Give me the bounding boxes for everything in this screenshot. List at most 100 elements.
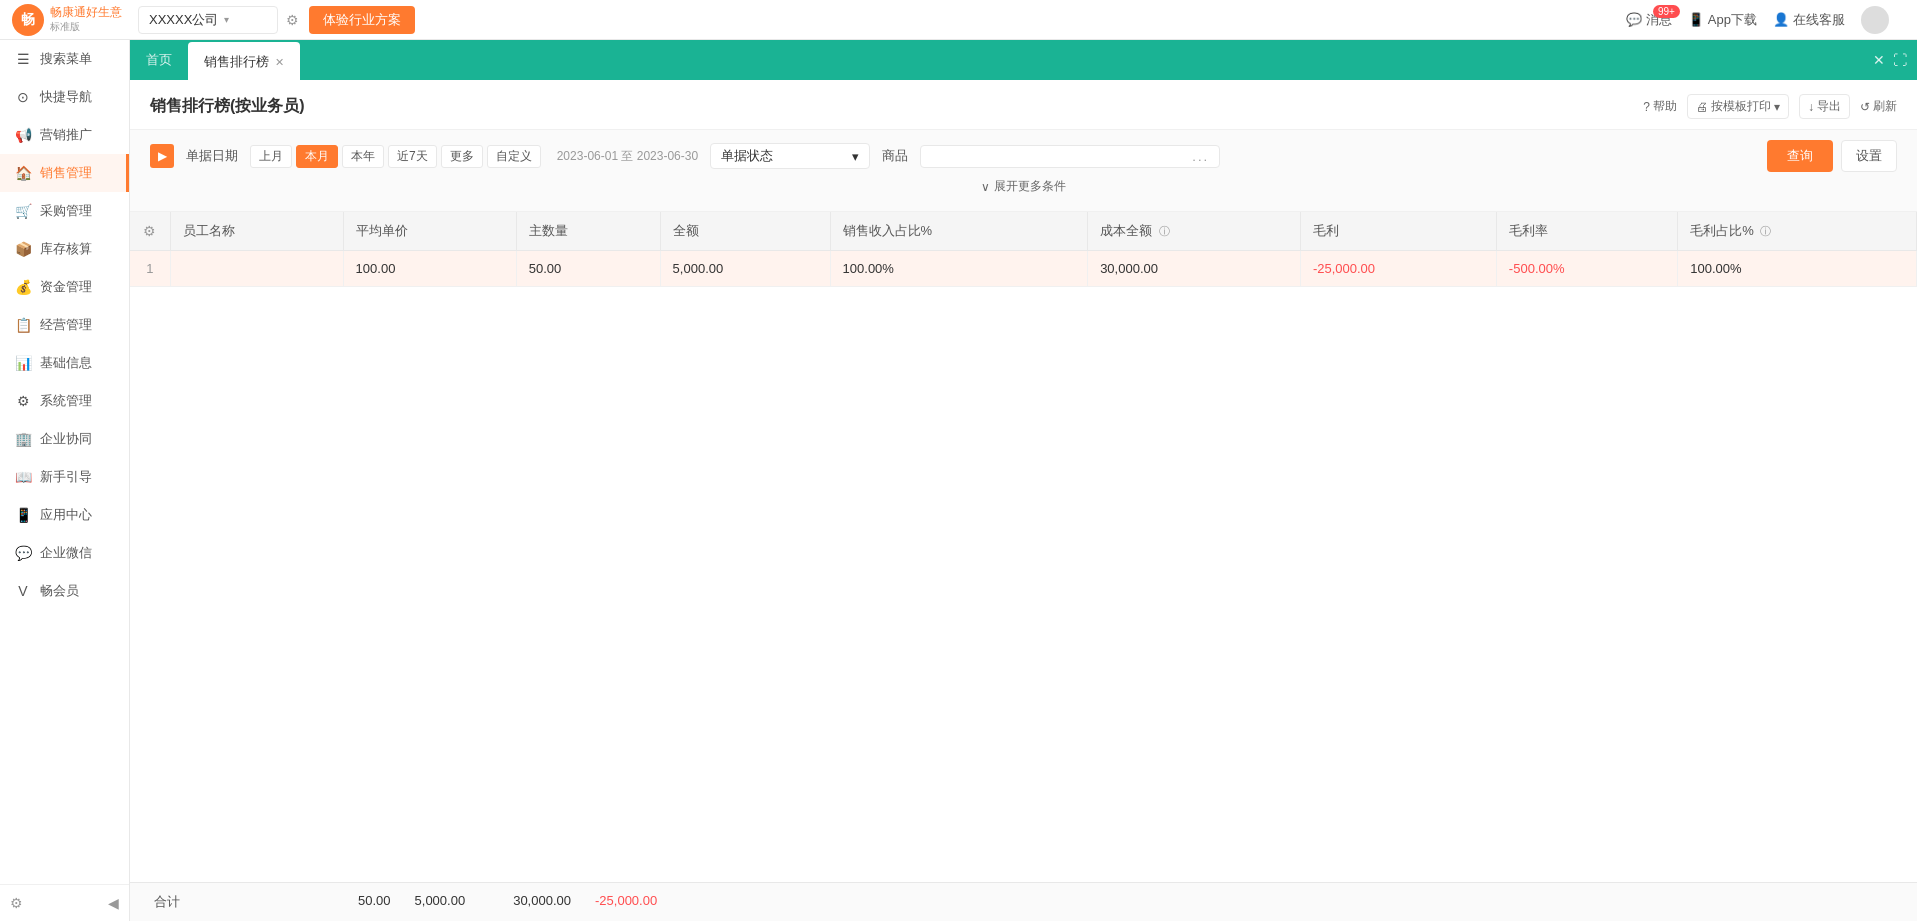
- expand-more-btn[interactable]: ∨ 展开更多条件: [150, 172, 1897, 201]
- date-btn-7-days[interactable]: 近7天: [388, 145, 437, 168]
- goods-input[interactable]: ...: [920, 145, 1220, 168]
- table-footer: 合计 50.00 5,000.00 30,000.00 -25,000.00: [130, 882, 1917, 921]
- sidebar-label-wechat: 企业微信: [40, 544, 92, 562]
- filter-right-buttons: 查询 设置: [1767, 140, 1897, 172]
- data-table: ⚙ 员工名称 平均单价 主数量: [130, 212, 1917, 287]
- service-label: 在线客服: [1793, 11, 1845, 29]
- help-button[interactable]: ? 帮助: [1643, 98, 1677, 115]
- tab-close-all-icon[interactable]: ✕: [1873, 52, 1885, 68]
- message-btn[interactable]: 💬 消息 99+: [1626, 11, 1672, 29]
- query-button[interactable]: 查询: [1767, 140, 1833, 172]
- purchase-icon: 🛒: [14, 203, 32, 219]
- avatar[interactable]: [1861, 6, 1889, 34]
- message-badge: 99+: [1653, 5, 1680, 18]
- inventory-icon: 📦: [14, 241, 32, 257]
- tab-close-icon[interactable]: ✕: [275, 56, 284, 69]
- logo-text: 畅康通好生意: [50, 5, 122, 21]
- sidebar-item-system[interactable]: ⚙ 系统管理: [0, 382, 129, 420]
- page-header: 销售排行榜(按业务员) ? 帮助 🖨 按模板打印 ▾ ↓: [130, 80, 1917, 130]
- status-chevron-icon: ▾: [852, 149, 859, 164]
- sidebar-label-search: 搜索菜单: [40, 50, 92, 68]
- date-btn-custom[interactable]: 自定义: [487, 145, 541, 168]
- sidebar-label-inventory: 库存核算: [40, 240, 92, 258]
- sidebar-item-operations[interactable]: 📋 经营管理: [0, 306, 129, 344]
- gross-pct-info-icon[interactable]: ⓘ: [1760, 225, 1771, 237]
- logo-icon: 畅: [12, 4, 44, 36]
- table-row: 1 100.00 50.00 5,000.00 100.00% 30,000.0…: [130, 251, 1917, 287]
- cell-main-qty: 50.00: [516, 251, 660, 287]
- logo-text-area: 畅康通好生意 标准版: [50, 5, 122, 35]
- home-icon: ⊙: [14, 89, 32, 105]
- date-btn-more[interactable]: 更多: [441, 145, 483, 168]
- sidebar-item-app-center[interactable]: 📱 应用中心: [0, 496, 129, 534]
- app-center-icon: 📱: [14, 507, 32, 523]
- print-icon: 🖨: [1696, 100, 1708, 114]
- gear-icon[interactable]: ⚙: [286, 12, 299, 28]
- sidebar-label-sales: 销售管理: [40, 164, 92, 182]
- sidebar-item-marketing[interactable]: 📢 营销推广: [0, 116, 129, 154]
- tab-sales-rank-label: 销售排行榜: [204, 53, 269, 71]
- sidebar-label-purchase: 采购管理: [40, 202, 92, 220]
- enterprise-icon: 🏢: [14, 431, 32, 447]
- sidebar-item-member[interactable]: V 畅会员: [0, 572, 129, 610]
- date-range: 2023-06-01 至 2023-06-30: [557, 148, 698, 165]
- refresh-button[interactable]: ↺ 刷新: [1860, 98, 1897, 115]
- sidebar-item-guide[interactable]: 📖 新手引导: [0, 458, 129, 496]
- sales-icon: 🏠: [14, 165, 32, 181]
- template-print-button[interactable]: 🖨 按模板打印 ▾: [1687, 94, 1789, 119]
- tab-home-label: 首页: [146, 51, 172, 69]
- sidebar-label-operations: 经营管理: [40, 316, 92, 334]
- trial-button[interactable]: 体验行业方案: [309, 6, 415, 34]
- message-icon: 💬: [1626, 12, 1642, 27]
- tab-expand-icon[interactable]: ⛶: [1893, 52, 1907, 68]
- refresh-icon: ↺: [1860, 100, 1870, 114]
- goods-more-icon[interactable]: ...: [1192, 149, 1209, 164]
- sidebar-label-basic-info: 基础信息: [40, 354, 92, 372]
- sidebar-label-guide: 新手引导: [40, 468, 92, 486]
- settings-bottom-icon[interactable]: ⚙: [10, 895, 23, 911]
- date-btn-last-month[interactable]: 上月: [250, 145, 292, 168]
- filter-bar: ▶ 单据日期 上月 本月 本年 近7天 更多 自定义 2023-06-01 至 …: [130, 130, 1917, 212]
- sidebar-label-system: 系统管理: [40, 392, 92, 410]
- app-label: App下载: [1708, 11, 1757, 29]
- sidebar-label-finance: 资金管理: [40, 278, 92, 296]
- date-btn-this-month[interactable]: 本月: [296, 145, 338, 168]
- company-selector[interactable]: XXXXX公司 ▾: [138, 6, 278, 34]
- footer-avg-price: [322, 893, 346, 911]
- status-select[interactable]: 单据状态 ▾: [710, 143, 870, 169]
- sidebar-label-marketing: 营销推广: [40, 126, 92, 144]
- footer-amount: 5,000.00: [403, 893, 478, 911]
- cost-info-icon[interactable]: ⓘ: [1159, 225, 1170, 237]
- sidebar-item-sales[interactable]: 🏠 销售管理: [0, 154, 129, 192]
- date-btn-this-year[interactable]: 本年: [342, 145, 384, 168]
- sidebar-item-purchase[interactable]: 🛒 采购管理: [0, 192, 129, 230]
- sidebar-item-quick-nav[interactable]: ⊙ 快捷导航: [0, 78, 129, 116]
- online-service-btn[interactable]: 👤 在线客服: [1773, 11, 1845, 29]
- sidebar-item-inventory[interactable]: 📦 库存核算: [0, 230, 129, 268]
- filter-toggle-btn[interactable]: ▶: [150, 144, 174, 168]
- table-header-row: ⚙ 员工名称 平均单价 主数量: [130, 212, 1917, 251]
- collapse-icon[interactable]: ◀: [108, 895, 119, 911]
- export-button[interactable]: ↓ 导出: [1799, 94, 1850, 119]
- col-amount: 全额: [660, 212, 830, 251]
- settings-button[interactable]: 设置: [1841, 140, 1897, 172]
- sidebar-item-wechat[interactable]: 💬 企业微信: [0, 534, 129, 572]
- app-download-btn[interactable]: 📱 App下载: [1688, 11, 1757, 29]
- sidebar: ☰ 搜索菜单 ⊙ 快捷导航 📢 营销推广 🏠 销售管理 🛒 采购管理 📦 库: [0, 40, 130, 921]
- sidebar-item-search[interactable]: ☰ 搜索菜单: [0, 40, 129, 78]
- sidebar-item-finance[interactable]: 💰 资金管理: [0, 268, 129, 306]
- sidebar-item-basic-info[interactable]: 📊 基础信息: [0, 344, 129, 382]
- tab-sales-rank[interactable]: 销售排行榜 ✕: [188, 42, 300, 82]
- cell-avg-price: 100.00: [343, 251, 516, 287]
- table-area: ⚙ 员工名称 平均单价 主数量: [130, 212, 1917, 882]
- col-avg-price: 平均单价: [343, 212, 516, 251]
- cell-gross-pct: 100.00%: [1678, 251, 1917, 287]
- col-settings-icon[interactable]: ⚙: [143, 223, 156, 239]
- tab-home[interactable]: 首页: [130, 40, 188, 80]
- template-chevron-icon: ▾: [1774, 100, 1780, 114]
- wechat-icon: 💬: [14, 545, 32, 561]
- footer-gross: -25,000.00: [583, 893, 669, 911]
- sidebar-item-enterprise[interactable]: 🏢 企业协同: [0, 420, 129, 458]
- tab-bar-right: ✕ ⛶: [1873, 52, 1917, 68]
- member-icon: V: [14, 583, 32, 599]
